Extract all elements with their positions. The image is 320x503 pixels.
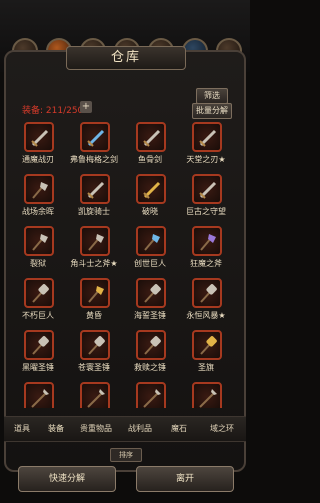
window-title: 仓库	[66, 46, 186, 70]
item-slot[interactable]: 不朽巨人	[14, 274, 66, 326]
item-slot[interactable]: 神器诺	[122, 378, 178, 408]
mace-icon	[24, 330, 54, 360]
blue-axe-icon	[136, 226, 166, 256]
blade-icon	[80, 174, 110, 204]
item-name: 裂狱	[30, 259, 46, 268]
filter-button[interactable]: 筛选	[196, 88, 228, 104]
item-name: 创世巨人	[134, 259, 166, 268]
item-name: 不朽巨人	[22, 311, 54, 320]
item-slot[interactable]: 救赎之锤	[122, 326, 178, 378]
purple-axe-icon	[192, 226, 222, 256]
item-slot[interactable]: 凯旋骑士	[66, 170, 122, 222]
gold-sword-icon	[136, 174, 166, 204]
tab-1[interactable]: 装备	[40, 417, 72, 441]
mace-icon	[80, 330, 110, 360]
item-slot[interactable]: 战场余晖	[14, 170, 66, 222]
sword-icon	[192, 174, 222, 204]
item-name: 圣旗	[198, 363, 214, 372]
quick-decompose-button[interactable]: 快速分解	[18, 466, 116, 492]
item-name: 通魔战刃	[22, 155, 54, 164]
sword-icon	[136, 122, 166, 152]
item-name: 狂魔之斧	[190, 259, 222, 268]
item-name: 战场余晖	[22, 207, 54, 216]
item-slot[interactable]: 创世巨人	[122, 222, 178, 274]
mace-icon	[136, 330, 166, 360]
item-slot[interactable]: 通魔战刃	[14, 118, 66, 170]
gold-axe-icon	[80, 278, 110, 308]
item-slot[interactable]: 海誓圣锤	[122, 274, 178, 326]
tab-5[interactable]: 域之环	[198, 417, 246, 441]
gold-mace-icon	[192, 330, 222, 360]
item-name: 黄昏	[86, 311, 102, 320]
item-name: 凯旋骑士	[78, 207, 110, 216]
mace-icon	[136, 278, 166, 308]
item-name: 苍寰圣锤	[78, 363, 110, 372]
item-slot[interactable]: 巨古之毁灭	[178, 378, 234, 408]
spear-icon	[136, 382, 166, 408]
item-slot[interactable]: 黄昏	[66, 274, 122, 326]
item-name: 弗鲁梅格之剑	[70, 155, 118, 164]
item-slot[interactable]: 鱼骨剑	[122, 118, 178, 170]
spear-icon	[192, 382, 222, 408]
sword-icon	[192, 122, 222, 152]
sword-icon	[24, 122, 54, 152]
item-name: 永恒风暴★	[186, 311, 226, 320]
item-name: 巨古之守望	[186, 207, 226, 216]
item-slot[interactable]: 裂狱	[14, 222, 66, 274]
item-name: 救赎之锤	[134, 363, 166, 372]
axe-icon	[24, 226, 54, 256]
item-slot[interactable]: 巨古之守望	[178, 170, 234, 222]
capacity-count: 装备: 211/250	[22, 106, 84, 116]
item-name: 黑曜圣锤	[22, 363, 54, 372]
item-name: 海誓圣锤	[134, 311, 166, 320]
item-slot[interactable]: 审判之锤	[14, 378, 66, 408]
tab-4[interactable]: 魔石	[160, 417, 198, 441]
axe-icon	[24, 174, 54, 204]
blue-sword-icon	[80, 122, 110, 152]
item-name: 天堂之刃★	[186, 155, 226, 164]
sort-button[interactable]: 排序	[110, 448, 142, 462]
tab-2[interactable]: 贵重物品	[72, 417, 120, 441]
item-slot[interactable]: 狂魔之斧	[178, 222, 234, 274]
tab-0[interactable]: 道具	[4, 417, 40, 441]
item-grid: 通魔战刃 弗鲁梅格之剑 鱼骨剑 天堂之刃★ 战场余晖 凯旋骑士 破晓 巨古之守望裂狱 角斗士之斧…	[14, 118, 236, 408]
item-slot[interactable]: 角斗士之斧★	[66, 222, 122, 274]
item-slot[interactable]: 天堂之刃★	[178, 118, 234, 170]
item-slot[interactable]: 破晓	[122, 170, 178, 222]
category-tabs: 道具 装备 贵重物品 战利品 魔石 域之环	[4, 416, 246, 442]
item-name: 破晓	[142, 207, 158, 216]
item-slot[interactable]: 永恒风暴★	[178, 274, 234, 326]
leave-button[interactable]: 离开	[136, 466, 234, 492]
batch-decompose-button[interactable]: 批量分解	[192, 103, 232, 119]
expand-capacity-button[interactable]: +	[80, 101, 92, 113]
mace-icon	[192, 278, 222, 308]
spear-icon	[24, 382, 54, 408]
item-slot[interactable]: 诺拉仕圣光枪	[66, 378, 122, 408]
item-slot[interactable]: 苍寰圣锤	[66, 326, 122, 378]
spear-icon	[80, 382, 110, 408]
item-slot[interactable]: 圣旗	[178, 326, 234, 378]
tab-3[interactable]: 战利品	[120, 417, 160, 441]
item-slot[interactable]: 弗鲁梅格之剑	[66, 118, 122, 170]
item-name: 角斗士之斧★	[70, 259, 118, 268]
axe-icon	[80, 226, 110, 256]
item-name: 鱼骨剑	[138, 155, 162, 164]
item-slot[interactable]: 黑曜圣锤	[14, 326, 66, 378]
hammer-icon	[24, 278, 54, 308]
